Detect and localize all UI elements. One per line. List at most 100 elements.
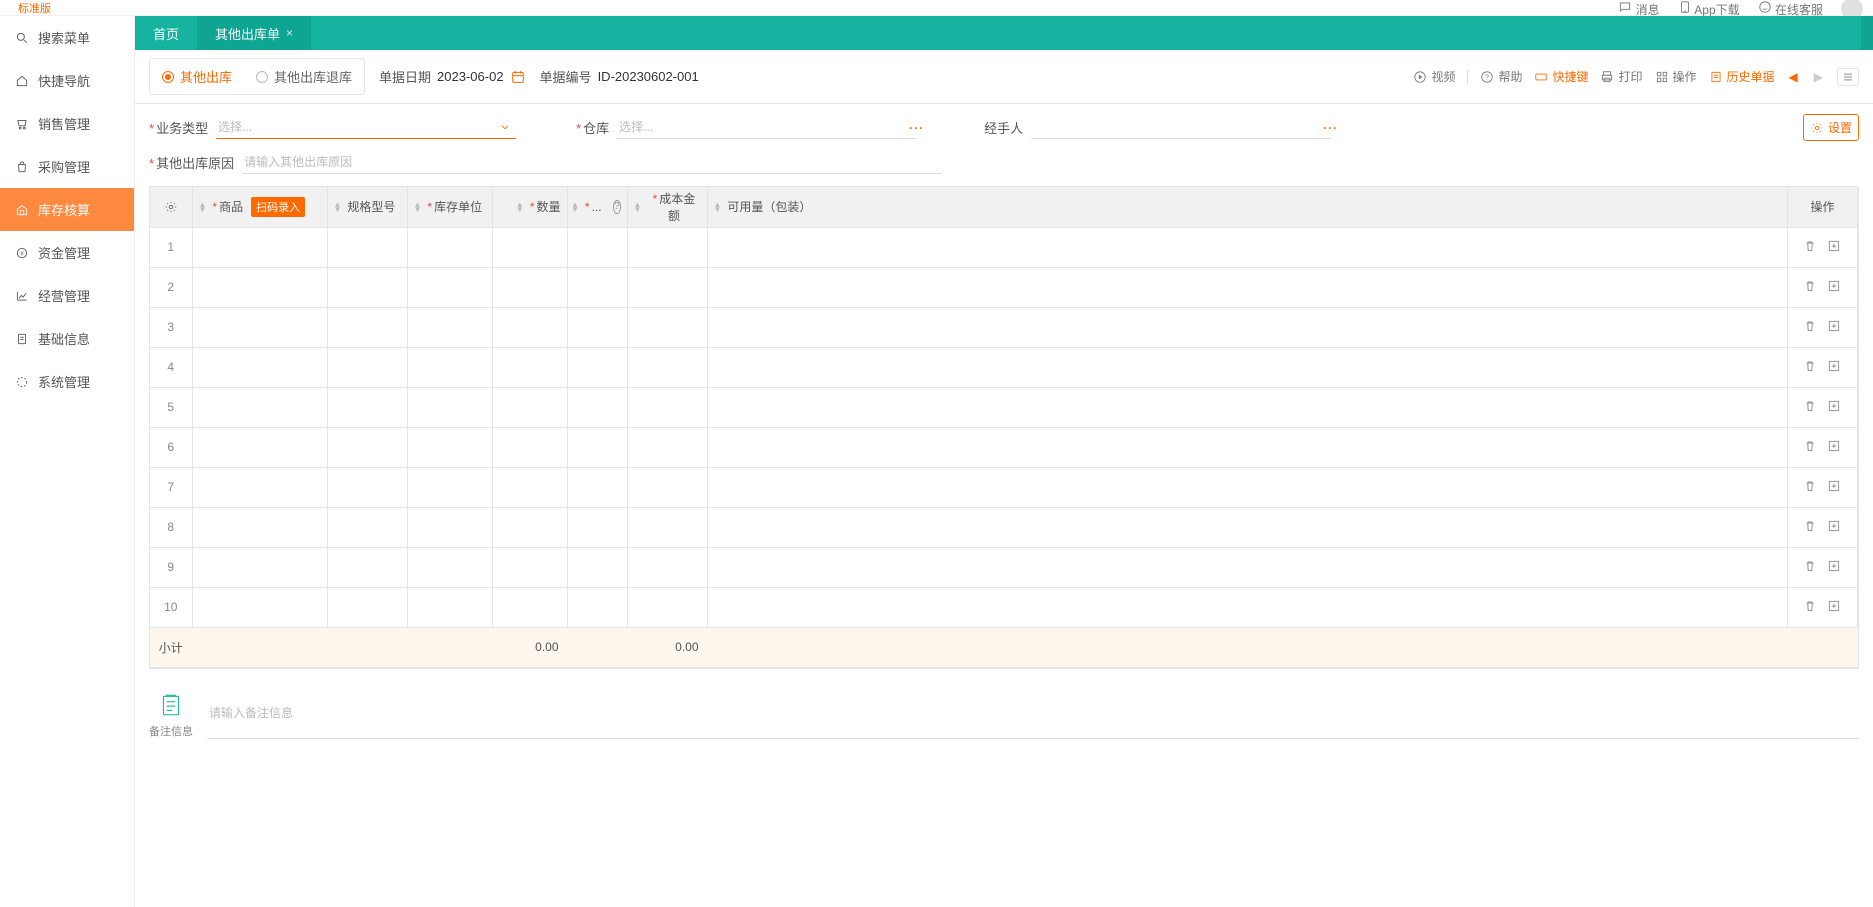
cell-available[interactable] xyxy=(707,347,1788,387)
cell-qty[interactable] xyxy=(492,347,567,387)
cell-qty[interactable] xyxy=(492,507,567,547)
close-icon[interactable]: × xyxy=(286,26,293,40)
cell-spec[interactable] xyxy=(327,267,407,307)
cell-qty[interactable] xyxy=(492,387,567,427)
cell-cost[interactable] xyxy=(627,547,707,587)
cell-available[interactable] xyxy=(707,307,1788,347)
sidebar-item-business[interactable]: 经营管理 xyxy=(0,274,134,317)
history-button[interactable]: 历史单据 xyxy=(1709,68,1775,85)
cell-cost[interactable] xyxy=(627,347,707,387)
cell-unit[interactable] xyxy=(407,427,492,467)
cell-available[interactable] xyxy=(707,547,1788,587)
table-row[interactable]: 5 xyxy=(150,387,1858,427)
col-spec[interactable]: ▲▼规格型号 xyxy=(327,187,407,227)
col-qty[interactable]: ▲▼数量 xyxy=(492,187,567,227)
cell-more[interactable] xyxy=(567,427,627,467)
cell-qty[interactable] xyxy=(492,307,567,347)
cell-qty[interactable] xyxy=(492,467,567,507)
cell-unit[interactable] xyxy=(407,547,492,587)
add-row-icon[interactable] xyxy=(1827,319,1843,335)
more-icon[interactable]: ··· xyxy=(1323,121,1338,135)
cell-cost[interactable] xyxy=(627,267,707,307)
cell-product[interactable] xyxy=(192,347,327,387)
table-row[interactable]: 6 xyxy=(150,427,1858,467)
table-row[interactable]: 9 xyxy=(150,547,1858,587)
cell-unit[interactable] xyxy=(407,387,492,427)
cell-more[interactable] xyxy=(567,267,627,307)
settings-button[interactable]: 设置 xyxy=(1803,114,1859,141)
cell-cost[interactable] xyxy=(627,587,707,627)
table-row[interactable]: 10 xyxy=(150,587,1858,627)
sidebar-item-inventory[interactable]: 库存核算 xyxy=(0,188,134,231)
cell-available[interactable] xyxy=(707,467,1788,507)
cell-unit[interactable] xyxy=(407,507,492,547)
cell-more[interactable] xyxy=(567,227,627,267)
cell-spec[interactable] xyxy=(327,467,407,507)
radio-tab-outbound[interactable]: 其他出库 xyxy=(150,59,244,94)
list-toggle-icon[interactable] xyxy=(1837,68,1859,86)
date-value[interactable]: 2023-06-02 xyxy=(437,69,504,84)
cell-spec[interactable] xyxy=(327,307,407,347)
cell-available[interactable] xyxy=(707,427,1788,467)
sidebar-item-funds[interactable]: ¥ 资金管理 xyxy=(0,231,134,274)
add-row-icon[interactable] xyxy=(1827,599,1843,615)
next-arrow-icon[interactable]: ▶ xyxy=(1812,70,1825,84)
cell-more[interactable] xyxy=(567,387,627,427)
delete-icon[interactable] xyxy=(1803,559,1819,575)
cell-product[interactable] xyxy=(192,387,327,427)
operate-button[interactable]: 操作 xyxy=(1655,68,1697,85)
cell-more[interactable] xyxy=(567,587,627,627)
radio-tab-return[interactable]: 其他出库退库 xyxy=(244,59,364,94)
cell-product[interactable] xyxy=(192,467,327,507)
delete-icon[interactable] xyxy=(1803,239,1819,255)
table-row[interactable]: 8 xyxy=(150,507,1858,547)
help-button[interactable]: ?帮助 xyxy=(1480,68,1522,85)
cell-qty[interactable] xyxy=(492,227,567,267)
tab-home[interactable]: 首页 xyxy=(135,16,197,50)
warehouse-input[interactable] xyxy=(617,116,917,139)
col-cost[interactable]: ▲▼成本金额 xyxy=(627,187,707,227)
add-row-icon[interactable] xyxy=(1827,439,1843,455)
cell-spec[interactable] xyxy=(327,507,407,547)
cell-product[interactable] xyxy=(192,267,327,307)
cell-more[interactable] xyxy=(567,347,627,387)
cell-qty[interactable] xyxy=(492,427,567,467)
delete-icon[interactable] xyxy=(1803,519,1819,535)
handler-input[interactable] xyxy=(1031,116,1331,139)
cell-unit[interactable] xyxy=(407,227,492,267)
shortcut-button[interactable]: 快捷键 xyxy=(1534,68,1588,85)
cell-unit[interactable] xyxy=(407,587,492,627)
cell-product[interactable] xyxy=(192,507,327,547)
cell-cost[interactable] xyxy=(627,507,707,547)
col-product[interactable]: ▲▼商品扫码录入 xyxy=(192,187,327,227)
cell-product[interactable] xyxy=(192,587,327,627)
cell-spec[interactable] xyxy=(327,547,407,587)
prev-arrow-icon[interactable]: ◀ xyxy=(1787,70,1800,84)
delete-icon[interactable] xyxy=(1803,279,1819,295)
table-row[interactable]: 3 xyxy=(150,307,1858,347)
cell-available[interactable] xyxy=(707,387,1788,427)
sidebar-item-quicknav[interactable]: 快捷导航 xyxy=(0,59,134,102)
cell-unit[interactable] xyxy=(407,467,492,507)
more-icon[interactable]: ··· xyxy=(909,121,924,135)
cell-product[interactable] xyxy=(192,427,327,467)
cell-cost[interactable] xyxy=(627,387,707,427)
cell-available[interactable] xyxy=(707,507,1788,547)
col-gear[interactable] xyxy=(150,187,192,227)
delete-icon[interactable] xyxy=(1803,399,1819,415)
add-row-icon[interactable] xyxy=(1827,239,1843,255)
delete-icon[interactable] xyxy=(1803,359,1819,375)
col-more[interactable]: ▲▼... ? xyxy=(567,187,627,227)
calendar-icon[interactable] xyxy=(510,69,526,85)
sidebar-item-system[interactable]: 系统管理 xyxy=(0,360,134,403)
cell-cost[interactable] xyxy=(627,227,707,267)
cell-spec[interactable] xyxy=(327,587,407,627)
delete-icon[interactable] xyxy=(1803,599,1819,615)
sidebar-item-basic[interactable]: 基础信息 xyxy=(0,317,134,360)
cell-qty[interactable] xyxy=(492,267,567,307)
print-button[interactable]: 打印 xyxy=(1600,68,1642,85)
sidebar-item-sales[interactable]: 销售管理 xyxy=(0,102,134,145)
cell-unit[interactable] xyxy=(407,267,492,307)
delete-icon[interactable] xyxy=(1803,439,1819,455)
table-row[interactable]: 4 xyxy=(150,347,1858,387)
